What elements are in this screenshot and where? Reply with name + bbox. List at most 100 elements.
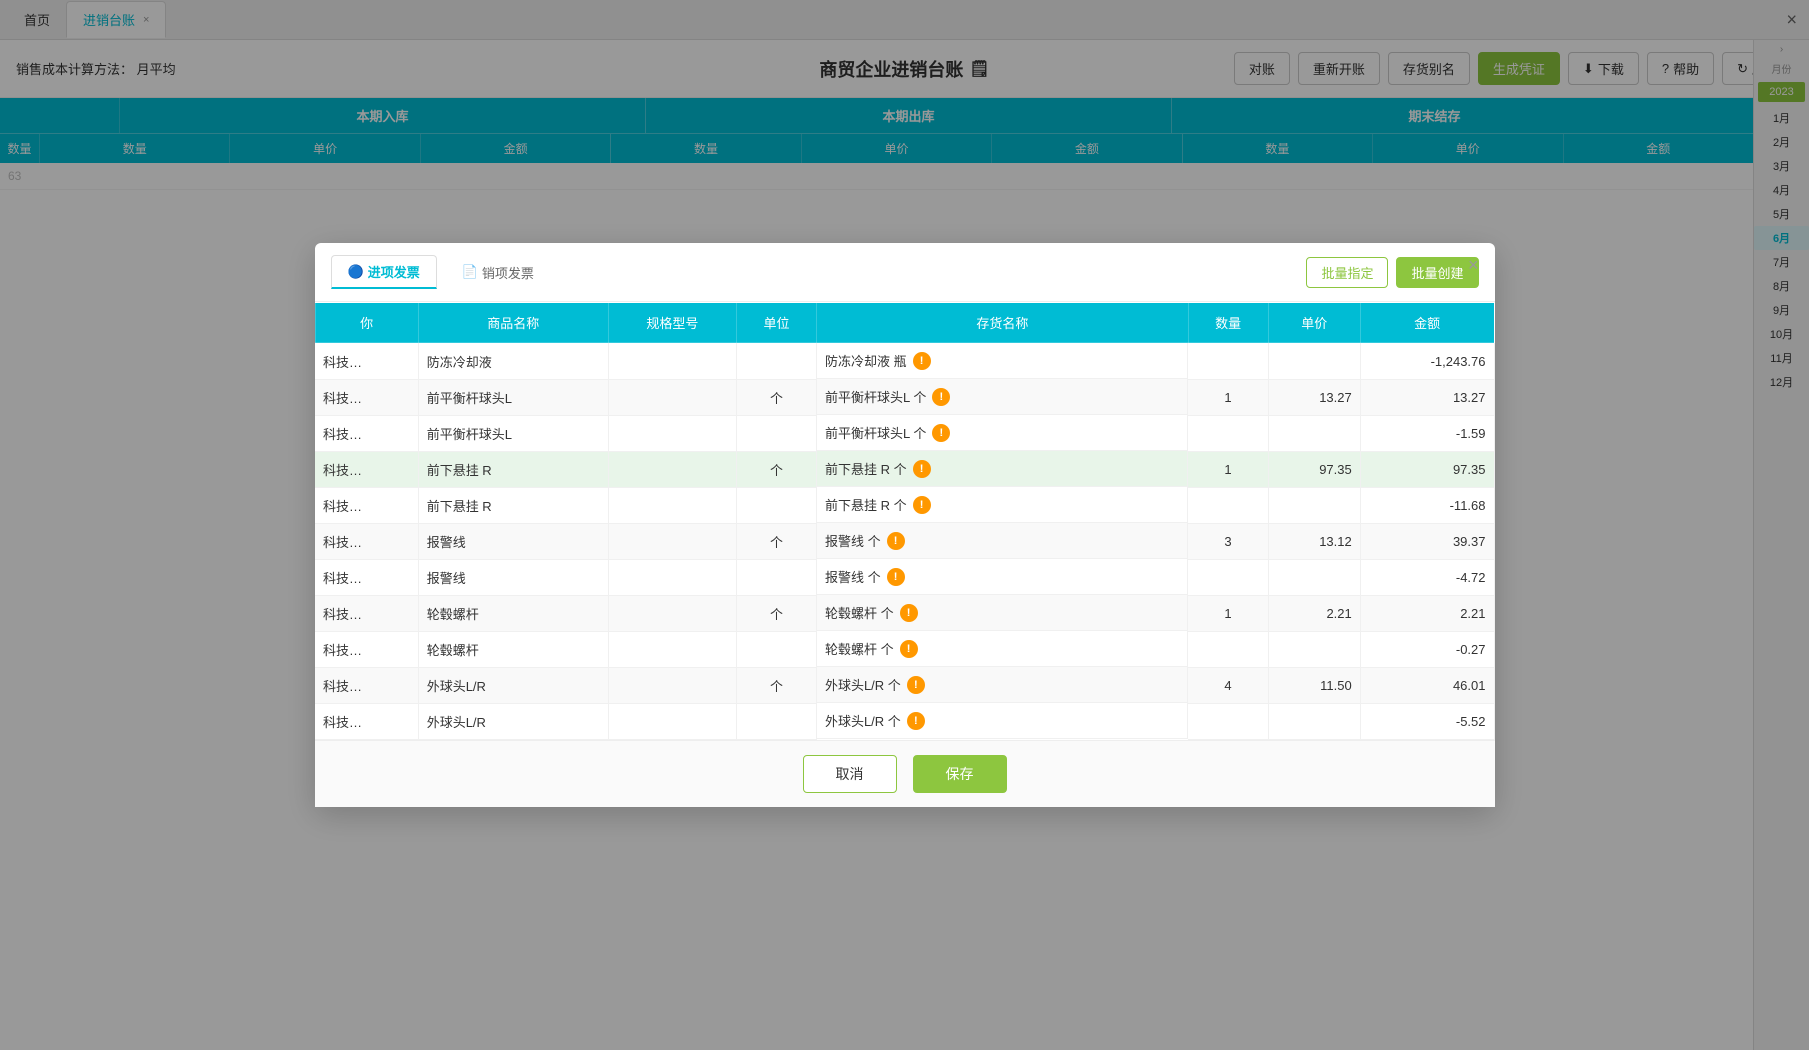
cell-product: 报警线	[418, 523, 608, 559]
cell-company: 科技…	[315, 343, 418, 380]
cell-product: 轮毂螺杆	[418, 595, 608, 631]
cell-unit: 个	[737, 667, 817, 703]
cell-company: 科技…	[315, 451, 418, 487]
cell-spec	[608, 523, 736, 559]
cell-product: 前平衡杆球头L	[418, 379, 608, 415]
cell-product: 前下悬挂 R	[418, 451, 608, 487]
cell-price: 13.27	[1268, 379, 1360, 415]
cell-amount: 97.35	[1360, 451, 1494, 487]
modal-table-container[interactable]: 你 商品名称 规格型号 单位 存货名称 数量 单价 金额 科技… 防冻冷却液 防…	[315, 302, 1495, 740]
cell-inventory: 外球头L/R 个 !	[817, 667, 1188, 703]
cell-price: 97.35	[1268, 451, 1360, 487]
cell-product: 外球头L/R	[418, 703, 608, 739]
cell-company: 科技…	[315, 523, 418, 559]
purchase-tab-icon: 🔵	[348, 264, 364, 280]
warning-icon: !	[913, 352, 931, 370]
cell-inventory: 外球头L/R 个 !	[817, 703, 1188, 739]
cell-qty: 3	[1188, 523, 1268, 559]
cell-spec	[608, 703, 736, 739]
col-header-spec: 规格型号	[608, 303, 736, 343]
cell-price	[1268, 415, 1360, 451]
col-header-amount: 金额	[1360, 303, 1494, 343]
cell-unit	[737, 703, 817, 739]
cell-inventory: 轮毂螺杆 个 !	[817, 631, 1188, 667]
modal-table: 你 商品名称 规格型号 单位 存货名称 数量 单价 金额 科技… 防冻冷却液 防…	[315, 302, 1495, 740]
cell-amount: 39.37	[1360, 523, 1494, 559]
col-header-unit: 单位	[737, 303, 817, 343]
warning-icon: !	[907, 676, 925, 694]
cell-amount: -11.68	[1360, 487, 1494, 523]
cell-price	[1268, 343, 1360, 380]
cell-product: 防冻冷却液	[418, 343, 608, 380]
cell-company: 科技…	[315, 379, 418, 415]
cell-inventory: 前平衡杆球头L 个 !	[817, 379, 1188, 415]
cell-inventory: 前下悬挂 R 个 !	[817, 451, 1188, 487]
batch-create-button[interactable]: 批量创建	[1396, 257, 1478, 288]
cell-company: 科技…	[315, 631, 418, 667]
warning-icon: !	[900, 604, 918, 622]
cell-amount: 13.27	[1360, 379, 1494, 415]
cell-amount: 46.01	[1360, 667, 1494, 703]
cell-qty	[1188, 631, 1268, 667]
cell-price	[1268, 703, 1360, 739]
cell-product: 前平衡杆球头L	[418, 415, 608, 451]
save-button[interactable]: 保存	[913, 755, 1007, 793]
warning-icon: !	[913, 460, 931, 478]
cell-unit: 个	[737, 451, 817, 487]
modal-tab-purchase[interactable]: 🔵 进项发票	[331, 255, 437, 289]
cell-price	[1268, 559, 1360, 595]
cell-inventory: 前平衡杆球头L 个 !	[817, 415, 1188, 451]
cell-spec	[608, 451, 736, 487]
cell-qty: 1	[1188, 595, 1268, 631]
cell-spec	[608, 379, 736, 415]
cell-unit: 个	[737, 595, 817, 631]
cell-company: 科技…	[315, 703, 418, 739]
cell-price	[1268, 487, 1360, 523]
table-row: 科技… 轮毂螺杆 轮毂螺杆 个 ! -0.27	[315, 631, 1494, 667]
modal-overlay: 🔵 进项发票 📄 销项发票 批量指定 批量创建 × 你 商品名称 规格型号	[0, 0, 1809, 1050]
cell-qty: 1	[1188, 379, 1268, 415]
cell-unit	[737, 343, 817, 380]
cell-spec	[608, 415, 736, 451]
col-header-qty: 数量	[1188, 303, 1268, 343]
cell-amount: -1,243.76	[1360, 343, 1494, 380]
col-header-company: 你	[315, 303, 418, 343]
table-row: 科技… 防冻冷却液 防冻冷却液 瓶 ! -1,243.76	[315, 343, 1494, 380]
warning-icon: !	[887, 568, 905, 586]
cell-spec	[608, 487, 736, 523]
table-row: 科技… 报警线 报警线 个 ! -4.72	[315, 559, 1494, 595]
table-row: 科技… 外球头L/R 外球头L/R 个 ! -5.52	[315, 703, 1494, 739]
cell-amount: 2.21	[1360, 595, 1494, 631]
cell-spec	[608, 595, 736, 631]
modal-close-button[interactable]: ×	[1468, 255, 1479, 276]
batch-assign-button[interactable]: 批量指定	[1306, 257, 1388, 288]
cell-qty	[1188, 415, 1268, 451]
cell-amount: -5.52	[1360, 703, 1494, 739]
cell-unit: 个	[737, 379, 817, 415]
cell-spec	[608, 343, 736, 380]
cell-spec	[608, 667, 736, 703]
sales-tab-icon: 📄	[462, 264, 478, 280]
table-row: 科技… 前平衡杆球头L 个 前平衡杆球头L 个 ! 1 13.27 13.27	[315, 379, 1494, 415]
cell-inventory: 前下悬挂 R 个 !	[817, 487, 1188, 523]
cell-inventory: 报警线 个 !	[817, 523, 1188, 559]
cell-company: 科技…	[315, 487, 418, 523]
cell-amount: -0.27	[1360, 631, 1494, 667]
table-row: 科技… 前下悬挂 R 前下悬挂 R 个 ! -11.68	[315, 487, 1494, 523]
col-header-inventory: 存货名称	[816, 303, 1188, 343]
table-row: 科技… 轮毂螺杆 个 轮毂螺杆 个 ! 1 2.21 2.21	[315, 595, 1494, 631]
cell-qty: 4	[1188, 667, 1268, 703]
cell-unit	[737, 487, 817, 523]
warning-icon: !	[932, 388, 950, 406]
cell-inventory: 轮毂螺杆 个 !	[817, 595, 1188, 631]
modal-actions: 批量指定 批量创建	[1306, 257, 1478, 288]
warning-icon: !	[900, 640, 918, 658]
cell-company: 科技…	[315, 559, 418, 595]
cell-product: 外球头L/R	[418, 667, 608, 703]
cancel-button[interactable]: 取消	[803, 755, 897, 793]
cell-unit	[737, 559, 817, 595]
table-row: 科技… 报警线 个 报警线 个 ! 3 13.12 39.37	[315, 523, 1494, 559]
warning-icon: !	[907, 712, 925, 730]
cell-inventory: 报警线 个 !	[817, 559, 1188, 595]
modal-tab-sales[interactable]: 📄 销项发票	[445, 256, 551, 289]
